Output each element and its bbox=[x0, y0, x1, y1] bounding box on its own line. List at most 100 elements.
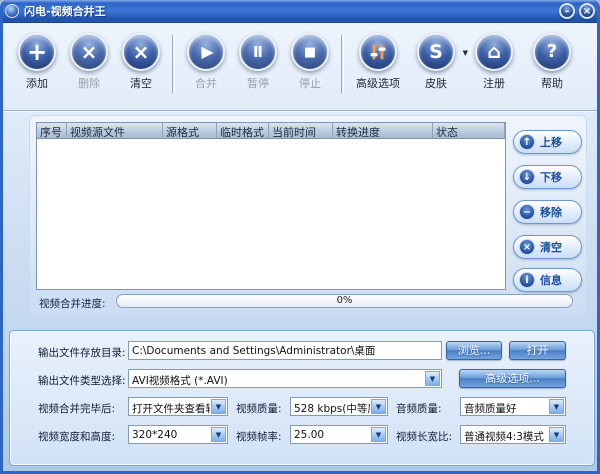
toolbar-advanced-options-label: 高级选项 bbox=[356, 77, 400, 90]
video-quality-select[interactable]: 528 kbps(中等质量) ▼ bbox=[290, 397, 388, 416]
output-type-select[interactable]: AVI视频格式 (*.AVI) ▼ bbox=[128, 369, 442, 388]
plus-glyph: + bbox=[26, 38, 48, 66]
toolbar-add-button[interactable]: + 添加 bbox=[11, 23, 63, 91]
file-list-header: 序号 视频源文件 源格式 临时格式 当前时间 转换进度 状态 bbox=[37, 123, 505, 139]
aspect-ratio-select[interactable]: 普通视频4:3模式 ▼ bbox=[460, 425, 566, 444]
framerate-value: 25.00 bbox=[294, 429, 325, 441]
audio-quality-label: 音频质量: bbox=[396, 403, 442, 415]
move-down-button[interactable]: ↓ 下移 bbox=[513, 165, 582, 189]
stop-glyph: ■ bbox=[303, 44, 317, 60]
column-header-temp-format[interactable]: 临时格式 bbox=[217, 123, 269, 139]
home-icon: ⌂ bbox=[475, 33, 513, 71]
dropdown-arrow-icon[interactable]: ▼ bbox=[371, 427, 386, 442]
app-window: 闪电-视频合并王 – × + 添加 × 删除 × 清空 ▶ 合并 Ⅱ 暂停 ■ … bbox=[0, 0, 600, 474]
file-list-body[interactable] bbox=[37, 139, 505, 289]
titlebar[interactable]: 闪电-视频合并王 – × bbox=[3, 0, 597, 23]
minimize-button[interactable]: – bbox=[559, 3, 575, 19]
audio-quality-select[interactable]: 音频质量好 ▼ bbox=[460, 397, 566, 416]
clear-glyph: × bbox=[132, 40, 150, 64]
help-glyph: ? bbox=[546, 41, 558, 62]
toolbar-pause-button[interactable]: Ⅱ 暂停 bbox=[232, 23, 284, 91]
toolbar-merge-label: 合并 bbox=[195, 77, 217, 90]
output-type-value: AVI视频格式 (*.AVI) bbox=[132, 375, 228, 387]
merge-progress-bar: 0% bbox=[116, 294, 573, 308]
after-merge-value: 打开文件夹查看转换的T bbox=[132, 403, 210, 415]
video-size-select[interactable]: 320*240 ▼ bbox=[128, 425, 228, 444]
remove-button[interactable]: − 移除 bbox=[513, 200, 582, 224]
aspect-ratio-label: 视频长宽比: bbox=[396, 431, 453, 443]
clear-list-label: 清空 bbox=[540, 241, 562, 254]
column-header-source-format[interactable]: 源格式 bbox=[163, 123, 217, 139]
output-dir-label: 输出文件存放目录: bbox=[38, 347, 126, 359]
video-size-label: 视频宽度和高度: bbox=[38, 431, 116, 443]
audio-quality-value: 音频质量好 bbox=[464, 403, 517, 415]
merge-progress-value: 0% bbox=[336, 295, 353, 306]
dropdown-arrow-icon[interactable]: ▼ bbox=[425, 371, 440, 386]
arrow-down-icon: ↓ bbox=[519, 169, 535, 185]
column-header-progress[interactable]: 转换进度 bbox=[333, 123, 433, 139]
toolbar-stop-label: 停止 bbox=[299, 77, 321, 90]
toolbar-separator bbox=[341, 35, 344, 93]
plus-icon: + bbox=[18, 33, 56, 71]
toolbar-clear-button[interactable]: × 清空 bbox=[115, 23, 167, 91]
equalizer-glyph bbox=[370, 44, 386, 60]
column-header-index[interactable]: 序号 bbox=[37, 123, 67, 139]
delete-glyph: × bbox=[80, 40, 98, 64]
settings-panel: 输出文件存放目录: 浏览... 打开 输出文件类型选择: AVI视频格式 (*.… bbox=[9, 330, 595, 466]
output-type-label: 输出文件类型选择: bbox=[38, 375, 126, 387]
toolbar-delete-button[interactable]: × 删除 bbox=[63, 23, 115, 91]
column-header-current-time[interactable]: 当前时间 bbox=[269, 123, 333, 139]
clear-x-icon: × bbox=[122, 33, 160, 71]
toolbar-register-label: 注册 bbox=[483, 77, 505, 90]
info-icon: i bbox=[519, 272, 535, 288]
equalizer-icon bbox=[359, 33, 397, 71]
x-icon: × bbox=[519, 239, 535, 255]
advanced-options-button[interactable]: 高级选项... bbox=[459, 369, 566, 388]
browse-button[interactable]: 浏览... bbox=[446, 341, 502, 360]
skin-glyph: S bbox=[429, 40, 443, 63]
dropdown-arrow-icon[interactable]: ▼ bbox=[549, 399, 564, 414]
toolbar-stop-button[interactable]: ■ 停止 bbox=[284, 23, 336, 91]
framerate-label: 视频帧率: bbox=[236, 431, 282, 443]
pause-icon: Ⅱ bbox=[239, 33, 277, 71]
column-header-source-file[interactable]: 视频源文件 bbox=[67, 123, 163, 139]
toolbar-help-label: 帮助 bbox=[541, 77, 563, 90]
column-header-status[interactable]: 状态 bbox=[433, 123, 505, 139]
toolbar-help-button[interactable]: ? 帮助 bbox=[523, 23, 581, 91]
dropdown-arrow-icon[interactable]: ▼ bbox=[549, 427, 564, 442]
stop-icon: ■ bbox=[291, 33, 329, 71]
dropdown-arrow-icon[interactable]: ▼ bbox=[211, 399, 226, 414]
toolbar-divider bbox=[3, 110, 597, 112]
after-merge-label: 视频合并完毕后: bbox=[38, 403, 116, 415]
toolbar-merge-button[interactable]: ▶ 合并 bbox=[180, 23, 232, 91]
play-icon: ▶ bbox=[187, 33, 225, 71]
output-dir-input[interactable] bbox=[128, 341, 442, 360]
move-up-button[interactable]: ↑ 上移 bbox=[513, 130, 582, 154]
question-icon: ? bbox=[533, 33, 571, 71]
dropdown-arrow-icon[interactable]: ▼ bbox=[211, 427, 226, 442]
after-merge-select[interactable]: 打开文件夹查看转换的T ▼ bbox=[128, 397, 228, 416]
framerate-select[interactable]: 25.00 ▼ bbox=[290, 425, 388, 444]
open-button[interactable]: 打开 bbox=[509, 341, 566, 360]
aspect-ratio-value: 普通视频4:3模式 bbox=[464, 431, 544, 443]
app-icon bbox=[5, 4, 19, 18]
close-button[interactable]: × bbox=[579, 3, 595, 19]
home-glyph: ⌂ bbox=[487, 40, 501, 63]
toolbar-add-label: 添加 bbox=[26, 77, 48, 90]
toolbar-delete-label: 删除 bbox=[78, 77, 100, 90]
toolbar-register-button[interactable]: ⌂ 注册 bbox=[465, 23, 523, 91]
toolbar-pause-label: 暂停 bbox=[247, 77, 269, 90]
minus-icon: − bbox=[519, 204, 535, 220]
arrow-up-icon: ↑ bbox=[519, 134, 535, 150]
delete-x-icon: × bbox=[70, 33, 108, 71]
toolbar-skin-button[interactable]: S ▼ 皮肤 bbox=[407, 23, 468, 91]
toolbar-advanced-options-button[interactable]: 高级选项 bbox=[349, 23, 407, 91]
toolbar: + 添加 × 删除 × 清空 ▶ 合并 Ⅱ 暂停 ■ 停止 高级选项 S ▼ 皮… bbox=[5, 23, 597, 111]
clear-list-button[interactable]: × 清空 bbox=[513, 235, 582, 259]
remove-label: 移除 bbox=[540, 206, 562, 219]
skin-s-icon: S bbox=[417, 33, 455, 71]
file-list-table: 序号 视频源文件 源格式 临时格式 当前时间 转换进度 状态 bbox=[36, 122, 506, 290]
play-glyph: ▶ bbox=[201, 42, 214, 61]
info-button[interactable]: i 信息 bbox=[513, 268, 582, 292]
dropdown-arrow-icon[interactable]: ▼ bbox=[371, 399, 386, 414]
